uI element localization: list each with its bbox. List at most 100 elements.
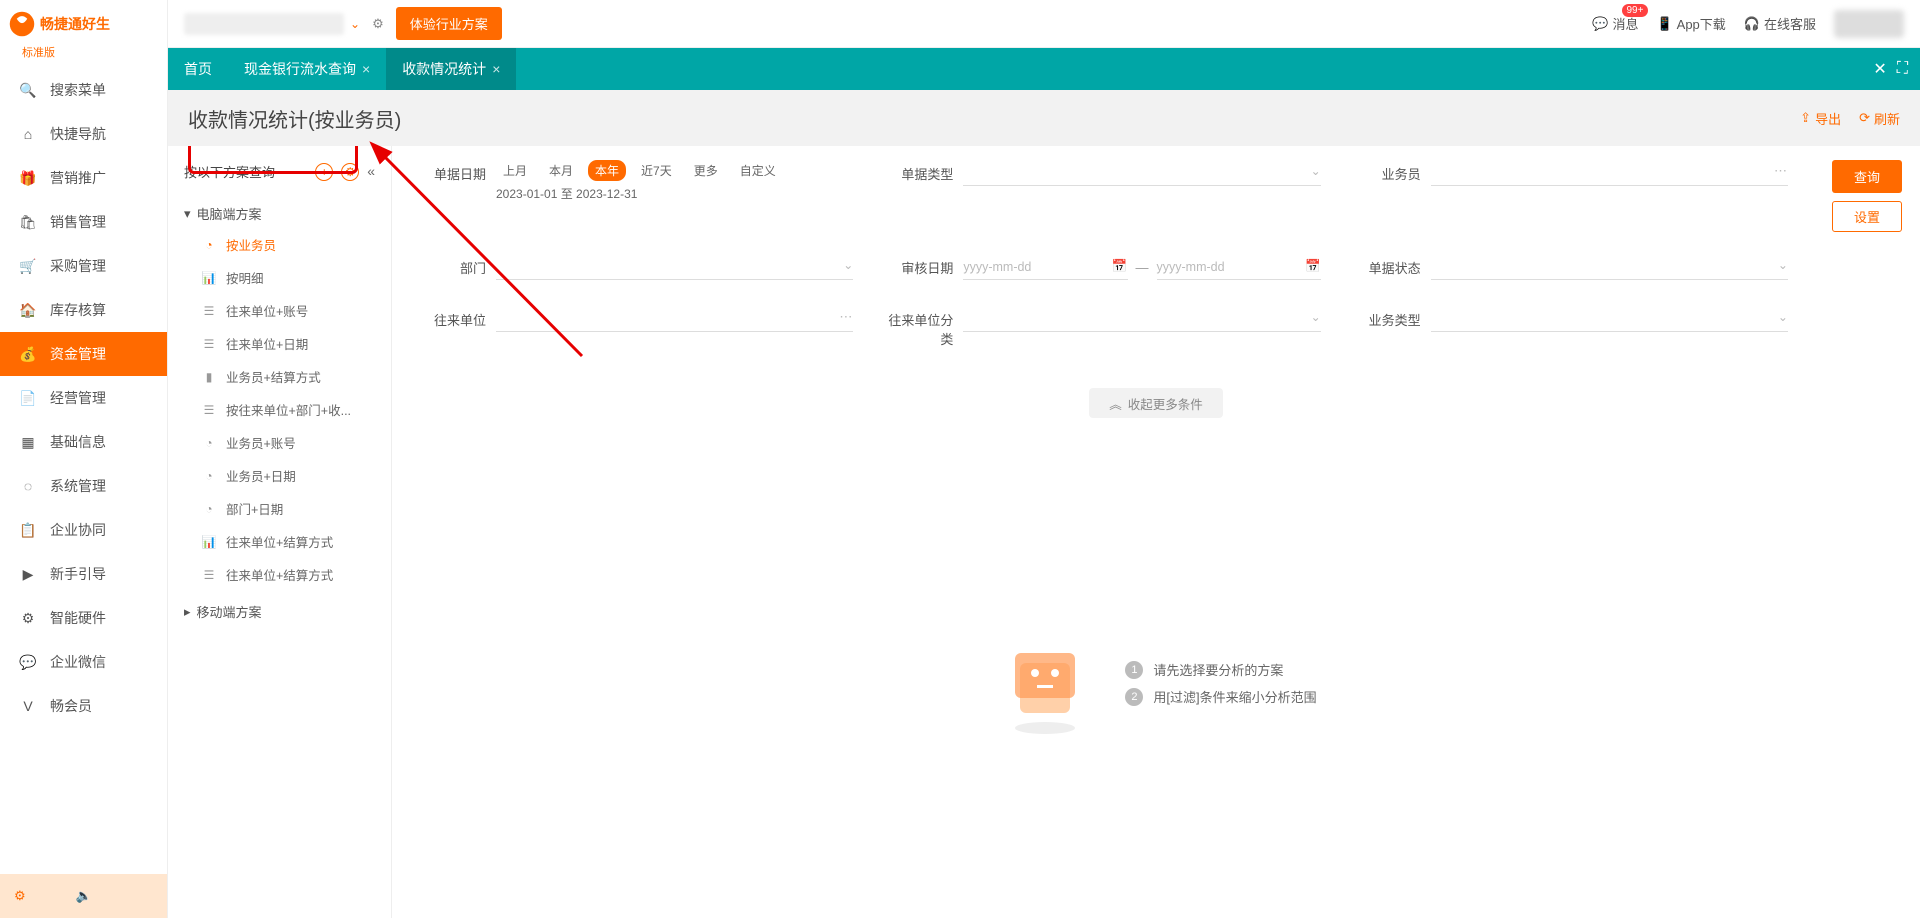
gift-icon: 🎁 xyxy=(18,170,38,187)
chevron-down-icon: ⌄ xyxy=(1778,258,1788,272)
placeholder: yyyy-mm-dd xyxy=(1157,260,1225,274)
settings-button[interactable]: 设置 xyxy=(1832,201,1902,232)
scheme-settings-button[interactable]: ⚙ xyxy=(341,163,359,181)
org-settings-icon[interactable]: ⚙ xyxy=(372,16,384,32)
calendar-icon: 📅 xyxy=(1305,259,1321,274)
guide-icon: ▶ xyxy=(18,566,38,583)
home-icon: ⌂ xyxy=(18,126,38,142)
nav-inventory[interactable]: 🏠库存核算 xyxy=(0,288,167,332)
nav-hardware[interactable]: ⚙智能硬件 xyxy=(0,596,167,640)
search-button[interactable]: 查询 xyxy=(1832,160,1902,193)
tab-label: 现金银行流水查询 xyxy=(244,59,356,79)
list-icon: ☰ xyxy=(200,337,218,351)
collapse-panel-icon[interactable]: « xyxy=(367,163,375,181)
nav-collab[interactable]: 📋企业协同 xyxy=(0,508,167,552)
mobile-icon: 📱 xyxy=(1656,16,1672,32)
close-all-icon[interactable]: ✕ xyxy=(1873,59,1886,79)
close-icon[interactable]: × xyxy=(362,61,370,77)
fullscreen-icon[interactable]: ⛶ xyxy=(1897,60,1908,78)
chip-this-month[interactable]: 本月 xyxy=(542,160,580,181)
tab-home[interactable]: 首页 xyxy=(168,48,228,90)
app-download-button[interactable]: 📱App下载 xyxy=(1656,14,1725,33)
empty-step-1: 1请先选择要分析的方案 xyxy=(1125,660,1316,679)
filter-label: 部门 xyxy=(410,254,486,277)
scheme-group-toggle[interactable]: ▸移动端方案 xyxy=(178,597,381,626)
nav-label: 基础信息 xyxy=(50,432,106,452)
nav-guide[interactable]: ▶新手引导 xyxy=(0,552,167,596)
brand-name: 畅捷通好生 xyxy=(40,14,110,34)
bill-type-select[interactable]: ⌄ xyxy=(963,160,1320,186)
placeholder: yyyy-mm-dd xyxy=(963,260,1031,274)
nav-wechat[interactable]: 💬企业微信 xyxy=(0,640,167,684)
scheme-item[interactable]: ◔部门+日期 xyxy=(194,492,381,525)
scheme-item[interactable]: ◔业务员+日期 xyxy=(194,459,381,492)
scheme-item-label: 往来单位+结算方式 xyxy=(226,565,333,584)
scheme-item[interactable]: ☰往来单位+账号 xyxy=(194,294,381,327)
messages-button[interactable]: 💬 消息 99+ xyxy=(1592,14,1638,33)
chip-this-year[interactable]: 本年 xyxy=(588,160,626,181)
nav-system[interactable]: ◌系统管理 xyxy=(0,464,167,508)
scheme-item[interactable]: 📊往来单位+结算方式 xyxy=(194,525,381,558)
collapse-conditions-button[interactable]: ︽ 收起更多条件 xyxy=(1089,388,1223,418)
export-button[interactable]: ⇪导出 xyxy=(1800,109,1841,128)
headset-icon: 🎧 xyxy=(1744,16,1760,32)
tab-receipt-stats[interactable]: 收款情况统计× xyxy=(386,48,516,90)
bill-status-select[interactable]: ⌄ xyxy=(1431,254,1788,280)
audit-date-control: yyyy-mm-dd📅 — yyyy-mm-dd📅 xyxy=(963,254,1320,284)
chip-custom[interactable]: 自定义 xyxy=(733,160,783,181)
export-icon: ⇪ xyxy=(1800,110,1811,126)
scheme-item[interactable]: ▮业务员+结算方式 xyxy=(194,360,381,393)
sound-icon[interactable]: 🔈 xyxy=(76,888,92,904)
nav-operation[interactable]: 📄经营管理 xyxy=(0,376,167,420)
scheme-item[interactable]: ☰往来单位+结算方式 xyxy=(194,558,381,591)
logo: 畅捷通好生 xyxy=(0,0,167,48)
nav-search-menu[interactable]: 🔍搜索菜单 xyxy=(0,68,167,112)
close-icon[interactable]: × xyxy=(492,61,500,77)
tab-cash-flow[interactable]: 现金银行流水查询 × xyxy=(228,48,386,90)
chevron-down-icon: ⌄ xyxy=(843,258,853,272)
scheme-item-label: 往来单位+账号 xyxy=(226,301,308,320)
step-number: 2 xyxy=(1125,688,1143,706)
settings-gear-icon[interactable]: ⚙ xyxy=(14,888,26,904)
filter-label: 单据状态 xyxy=(1345,254,1421,277)
add-scheme-button[interactable]: + xyxy=(315,163,333,181)
robot-icon xyxy=(995,623,1095,743)
refresh-button[interactable]: ⟳刷新 xyxy=(1859,109,1900,128)
nav-vip[interactable]: V畅会员 xyxy=(0,684,167,728)
scheme-group-label: 电脑端方案 xyxy=(197,204,262,223)
customer-service-button[interactable]: 🎧在线客服 xyxy=(1744,14,1816,33)
experience-button[interactable]: 体验行业方案 xyxy=(396,7,502,40)
scheme-item[interactable]: ☰按往来单位+部门+收... xyxy=(194,393,381,426)
nav-purchase[interactable]: 🛒采购管理 xyxy=(0,244,167,288)
filter-label: 往来单位分类 xyxy=(877,306,953,348)
scheme-group-toggle[interactable]: ▾电脑端方案 xyxy=(178,199,381,228)
scheme-item[interactable]: ☰往来单位+日期 xyxy=(194,327,381,360)
department-select[interactable]: ⌄ xyxy=(496,254,853,280)
clock-icon: ◔ xyxy=(200,502,218,516)
partner-select[interactable]: ⋯ xyxy=(496,306,853,332)
org-switcher[interactable]: ⌄ xyxy=(184,13,360,35)
salesperson-select[interactable]: ⋯ xyxy=(1431,160,1788,186)
biz-type-select[interactable]: ⌄ xyxy=(1431,306,1788,332)
nav-quick-nav[interactable]: ⌂快捷导航 xyxy=(0,112,167,156)
audit-date-from[interactable]: yyyy-mm-dd 📅 xyxy=(963,254,1127,280)
tabs: 首页 现金银行流水查询 × 收款情况统计× ✕ ⛶ xyxy=(168,48,1920,90)
scheme-item-label: 业务员+日期 xyxy=(226,466,296,485)
scheme-item[interactable]: 📊按明细 xyxy=(194,261,381,294)
nav-funds[interactable]: 💰资金管理 xyxy=(0,332,167,376)
calendar-icon: 📅 xyxy=(1112,259,1128,274)
chip-last-month[interactable]: 上月 xyxy=(496,160,534,181)
chip-7days[interactable]: 近7天 xyxy=(634,160,679,181)
audit-date-to[interactable]: yyyy-mm-dd 📅 xyxy=(1157,254,1321,280)
partner-category-select[interactable]: ⌄ xyxy=(963,306,1320,332)
nav-basic-info[interactable]: ▦基础信息 xyxy=(0,420,167,464)
user-avatar[interactable] xyxy=(1834,10,1904,38)
nav-sales[interactable]: 🛍销售管理 xyxy=(0,200,167,244)
messages-badge: 99+ xyxy=(1622,4,1649,17)
nav-marketing[interactable]: 🎁 营销推广 xyxy=(0,156,167,200)
nav-label: 智能硬件 xyxy=(50,608,106,628)
chip-more[interactable]: 更多 xyxy=(687,160,725,181)
scheme-item[interactable]: ◔按业务员 xyxy=(194,228,381,261)
nav-label: 营销推广 xyxy=(50,168,106,188)
scheme-item[interactable]: ◔业务员+账号 xyxy=(194,426,381,459)
